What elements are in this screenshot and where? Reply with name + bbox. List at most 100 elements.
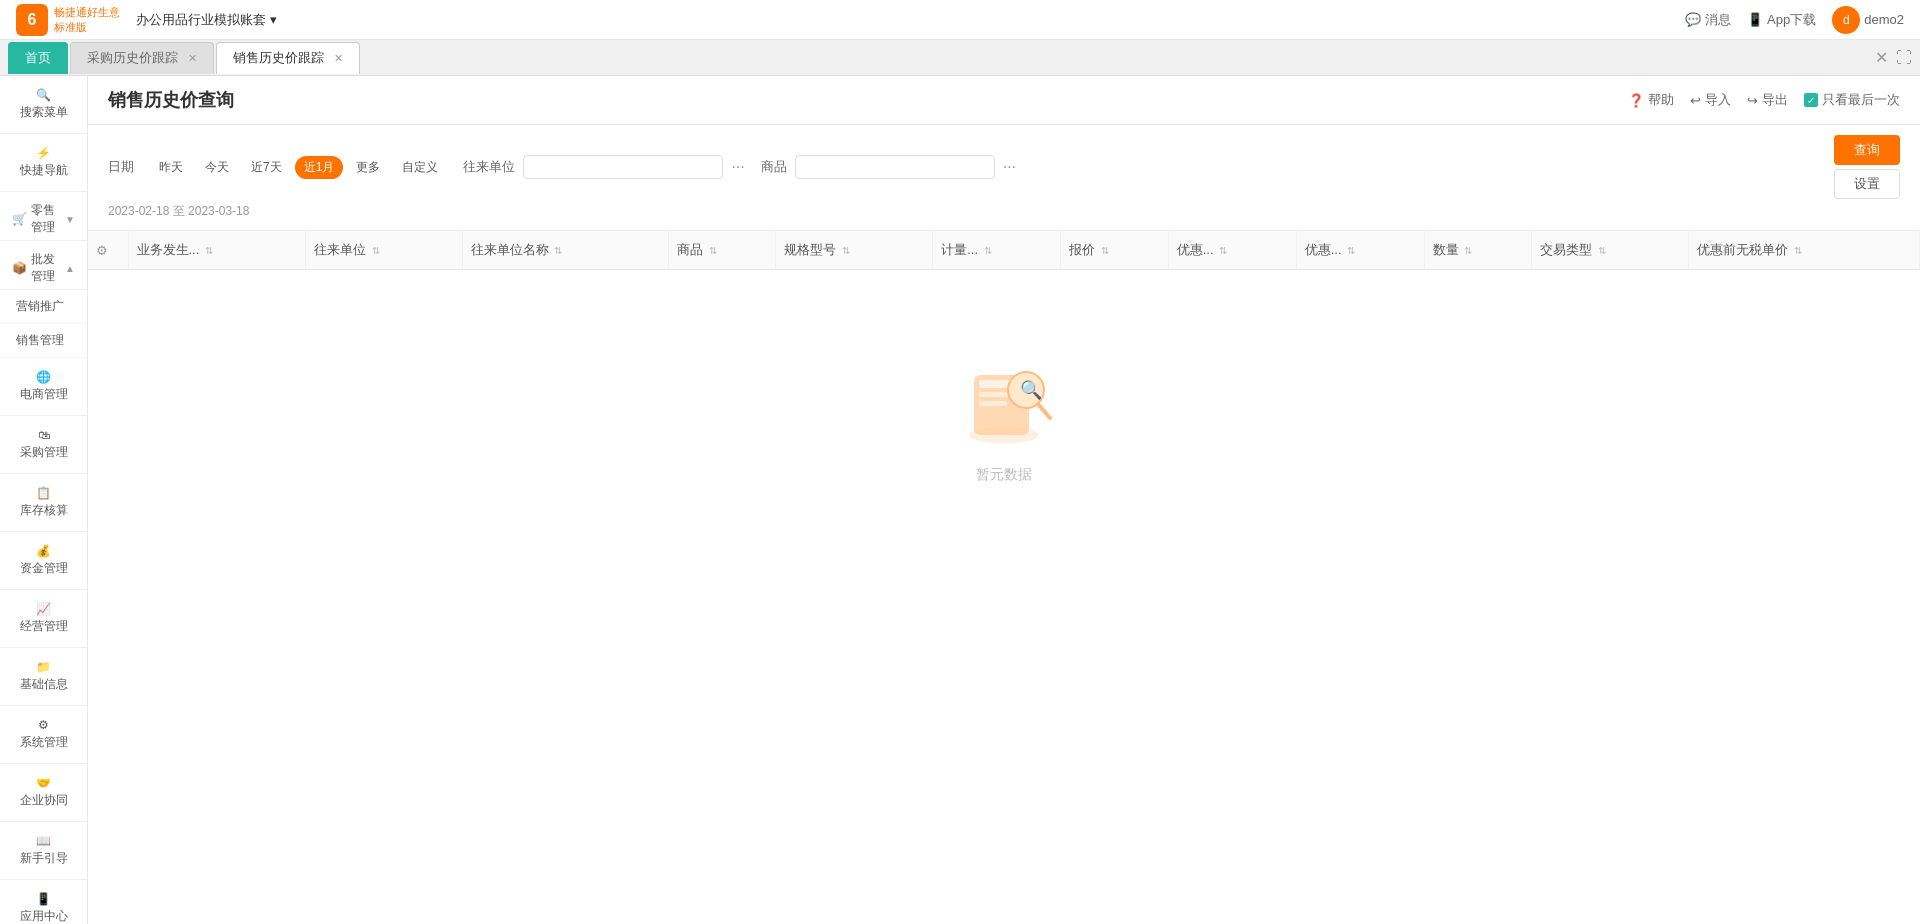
- th-goods[interactable]: 商品 ⇅: [668, 231, 775, 270]
- chart-icon: 📈: [36, 602, 51, 616]
- counterpart-input[interactable]: [523, 155, 723, 179]
- goods-filter: 商品 ···: [761, 155, 1016, 179]
- sidebar-item-operations[interactable]: 📈 经营管理: [0, 590, 87, 648]
- flash-icon: ⚡: [36, 146, 51, 160]
- table-empty-row: 🔍 暂元数据: [88, 270, 1920, 565]
- sidebar-item-guide[interactable]: 📖 新手引导: [0, 822, 87, 880]
- chevron-down-icon: ▾: [270, 12, 277, 27]
- date-label: 日期: [108, 158, 134, 176]
- settings-button[interactable]: 设置: [1834, 169, 1900, 199]
- sort-icon: ⇅: [709, 245, 717, 256]
- th-counterpart[interactable]: 往来单位 ⇅: [305, 231, 462, 270]
- book-icon: 📖: [36, 834, 51, 848]
- sort-icon: ⇅: [1347, 245, 1355, 256]
- filter-bar: 日期 昨天 今天 近7天 近1月 更多: [88, 125, 1920, 231]
- date-btn-today[interactable]: 今天: [196, 156, 238, 179]
- query-button[interactable]: 查询: [1834, 135, 1900, 165]
- question-icon: ❓: [1628, 93, 1644, 108]
- sidebar-item-ecommerce[interactable]: 🌐 电商管理: [0, 358, 87, 416]
- sidebar-item-quick-nav[interactable]: ⚡ 快捷导航: [0, 134, 87, 192]
- sidebar-item-search-menu[interactable]: 🔍 搜索菜单: [0, 76, 87, 134]
- th-biz-date[interactable]: 业务发生... ⇅: [128, 231, 305, 270]
- date-btn-more[interactable]: 更多: [347, 156, 389, 179]
- message-nav[interactable]: 💬 消息: [1685, 11, 1731, 29]
- goods-dots-icon[interactable]: ···: [1003, 158, 1016, 176]
- import-action[interactable]: ↩ 导入: [1690, 91, 1731, 109]
- th-discount1[interactable]: 优惠... ⇅: [1168, 231, 1296, 270]
- sidebar-item-finance[interactable]: 💰 资金管理: [0, 532, 87, 590]
- data-table: ⚙ 业务发生... ⇅ 往来单位 ⇅ 往来单位名称 ⇅: [88, 231, 1920, 564]
- sort-icon: ⇅: [1101, 245, 1109, 256]
- date-btn-yesterday[interactable]: 昨天: [150, 156, 192, 179]
- clipboard-icon: 📋: [36, 486, 51, 500]
- company-selector[interactable]: 办公用品行业模拟账套 ▾: [128, 7, 285, 33]
- content-area: 销售历史价查询 ❓ 帮助 ↩ 导入 ↪ 导出 只看最后一次: [88, 76, 1920, 924]
- date-btn-last7[interactable]: 近7天: [242, 156, 291, 179]
- sort-icon: ⇅: [372, 245, 380, 256]
- tab-purchase-history-label: 采购历史价跟踪: [87, 49, 178, 67]
- user-profile[interactable]: d demo2: [1832, 6, 1904, 34]
- logo-area: 6 畅捷通好生意 标准版: [16, 4, 120, 36]
- close-purchase-history-icon[interactable]: ✕: [188, 52, 197, 65]
- th-trade-type[interactable]: 交易类型 ⇅: [1532, 231, 1689, 270]
- empty-illustration: 🔍: [944, 350, 1064, 450]
- empty-state: 🔍 暂元数据: [88, 270, 1920, 564]
- close-sales-history-icon[interactable]: ✕: [334, 52, 343, 65]
- th-discount2[interactable]: 优惠... ⇅: [1296, 231, 1424, 270]
- only-last-checkbox[interactable]: 只看最后一次: [1804, 91, 1900, 109]
- app-icon: 📱: [36, 892, 51, 906]
- import-icon: ↩: [1690, 93, 1701, 108]
- globe-icon: 🌐: [36, 370, 51, 384]
- sidebar-item-purchase-mgmt[interactable]: 🛍 采购管理: [0, 416, 87, 474]
- app-download-nav[interactable]: 📱 App下载: [1747, 11, 1816, 29]
- th-quote[interactable]: 报价 ⇅: [1061, 231, 1168, 270]
- sidebar-item-basic-info[interactable]: 📁 基础信息: [0, 648, 87, 706]
- retail-icon: 🛒: [12, 212, 27, 226]
- empty-cell: 🔍 暂元数据: [88, 270, 1920, 565]
- page-actions: ❓ 帮助 ↩ 导入 ↪ 导出 只看最后一次: [1628, 91, 1900, 109]
- tabbar-actions: ✕ ⛶: [1875, 48, 1912, 67]
- th-counterpart-name[interactable]: 往来单位名称 ⇅: [462, 231, 668, 270]
- svg-rect-4: [979, 401, 1007, 406]
- sidebar-item-retail-mgmt[interactable]: 🛒 零售管理 ▼: [0, 192, 87, 241]
- sidebar-item-sales-mgmt[interactable]: 销售管理: [0, 324, 87, 358]
- logo-icon: 6: [16, 4, 48, 36]
- checkbox-icon: [1804, 93, 1818, 107]
- counterpart-dots-icon[interactable]: ···: [731, 158, 744, 176]
- page-title: 销售历史价查询: [108, 88, 234, 112]
- main-layout: 🔍 搜索菜单 ⚡ 快捷导航 🛒 零售管理 ▼ 📦 批发管理 ▲ 营销推广 销售管…: [0, 76, 1920, 924]
- topbar-left: 6 畅捷通好生意 标准版 办公用品行业模拟账套 ▾: [16, 4, 285, 36]
- th-unit[interactable]: 计量... ⇅: [933, 231, 1061, 270]
- money-icon: 💰: [36, 544, 51, 558]
- date-btn-custom[interactable]: 自定义: [393, 156, 447, 179]
- th-settings: ⚙: [88, 231, 128, 270]
- svg-line-7: [1038, 404, 1050, 418]
- date-btn-last-month[interactable]: 近1月: [295, 156, 344, 179]
- column-settings-icon[interactable]: ⚙: [96, 243, 108, 258]
- sidebar-item-marketing[interactable]: 营销推广: [0, 290, 87, 324]
- tab-purchase-history[interactable]: 采购历史价跟踪 ✕: [70, 42, 214, 74]
- help-action[interactable]: ❓ 帮助: [1628, 91, 1674, 109]
- export-action[interactable]: ↪ 导出: [1747, 91, 1788, 109]
- tab-sales-history[interactable]: 销售历史价跟踪 ✕: [216, 42, 360, 74]
- sidebar-item-app-center[interactable]: 📱 应用中心: [0, 880, 87, 924]
- th-pre-tax[interactable]: 优惠前无税单价 ⇅: [1689, 231, 1920, 270]
- table-head: ⚙ 业务发生... ⇅ 往来单位 ⇅ 往来单位名称 ⇅: [88, 231, 1920, 270]
- tab-home[interactable]: 首页: [8, 42, 68, 74]
- table-body: 🔍 暂元数据: [88, 270, 1920, 565]
- th-spec[interactable]: 规格型号 ⇅: [776, 231, 933, 270]
- th-quantity[interactable]: 数量 ⇅: [1424, 231, 1531, 270]
- sidebar-item-enterprise[interactable]: 🤝 企业协同: [0, 764, 87, 822]
- topbar: 6 畅捷通好生意 标准版 办公用品行业模拟账套 ▾ 💬 消息 📱 App下载 d…: [0, 0, 1920, 40]
- sidebar-item-wholesale-mgmt[interactable]: 📦 批发管理 ▲: [0, 241, 87, 290]
- goods-input[interactable]: [795, 155, 995, 179]
- search-icon: 🔍: [36, 88, 51, 102]
- sidebar-item-inventory[interactable]: 📋 库存核算: [0, 474, 87, 532]
- bag-icon: 🛍: [38, 428, 50, 442]
- close-all-tabs-icon[interactable]: ✕: [1875, 48, 1888, 67]
- avatar: d: [1832, 6, 1860, 34]
- maximize-icon[interactable]: ⛶: [1896, 49, 1912, 67]
- date-buttons: 昨天 今天 近7天 近1月 更多 自定义: [150, 156, 447, 179]
- tab-sales-history-label: 销售历史价跟踪: [233, 49, 324, 67]
- sidebar-item-system[interactable]: ⚙ 系统管理: [0, 706, 87, 764]
